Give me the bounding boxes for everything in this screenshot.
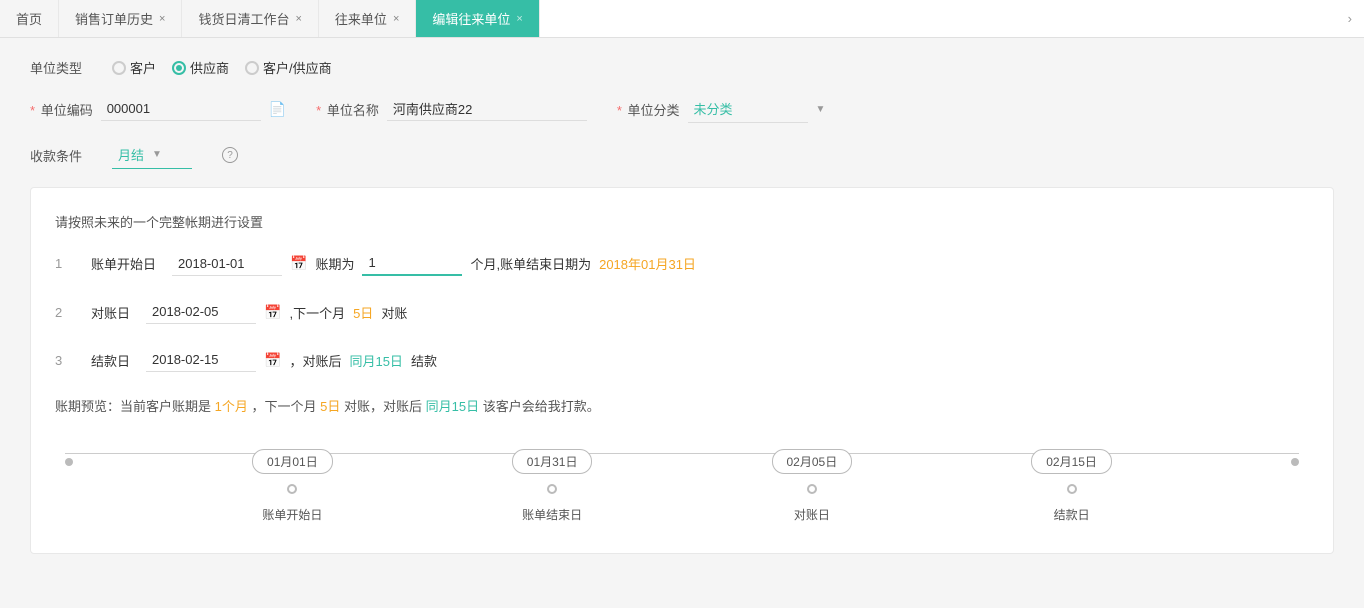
tab-more-arrow[interactable]: › (1336, 0, 1364, 37)
unit-name-input[interactable] (387, 97, 587, 121)
timeline-nodes: 01月01日 账单开始日 01月31日 账单结束日 02月05日 (65, 449, 1299, 523)
payment-terms-select[interactable]: 月结 ▼ (112, 141, 192, 169)
radio-customer-supplier[interactable]: 客户/供应商 (245, 58, 332, 77)
card-instruction: 请按照未来的一个完整帐期进行设置 (55, 212, 1309, 231)
radio-customer-supplier-circle (245, 61, 259, 75)
unit-category-label: * 单位分类 (617, 100, 680, 119)
preview-highlight-2: 5日 (320, 399, 340, 414)
tab-bar: 首页 销售订单历史 × 钱货日清工作台 × 往来单位 × 编辑往来单位 × › (0, 0, 1364, 38)
timeline-left-dot (65, 458, 73, 466)
reconciliation-calendar-icon[interactable]: 📅 (264, 304, 281, 321)
setting-row-3: 3 结款日 📅 ，对账后 同月15日 结款 (55, 348, 1309, 372)
unit-info-row: * 单位编码 📄 * 单位名称 * 单位分类 未分类 ▼ (30, 95, 1334, 123)
unit-code-group: * 单位编码 📄 (30, 97, 286, 121)
payment-terms-chevron: ▼ (152, 149, 162, 160)
preview-text: 账期预览：当前客户账期是 1个月 ，下一个月 5日 对账，对账后 同月15日 该… (55, 396, 1309, 415)
payment-terms-row: 收款条件 月结 ▼ ? (30, 141, 1334, 169)
unit-name-group: * 单位名称 (316, 97, 587, 121)
tab-close-edit-partner[interactable]: × (516, 13, 522, 25)
timeline-section: 01月01日 账单开始日 01月31日 账单结束日 02月05日 (55, 439, 1309, 523)
settlement-calendar-icon[interactable]: 📅 (264, 352, 281, 369)
settlement-label: 结款日 (91, 351, 130, 370)
timeline-label-4: 结款日 (1054, 506, 1090, 523)
radio-customer[interactable]: 客户 (112, 58, 156, 77)
timeline-right-dot (1291, 458, 1299, 466)
settings-card: 请按照未来的一个完整帐期进行设置 1 账单开始日 📅 账期为 个月,账单结束日期… (30, 187, 1334, 554)
unit-type-row: 单位类型 客户 供应商 客户/供应商 (30, 58, 1334, 77)
timeline-node-2: 01月31日 账单结束日 (512, 449, 593, 523)
unit-code-label: * 单位编码 (30, 100, 93, 119)
reconciliation-date-input[interactable] (146, 300, 256, 324)
timeline-badge-4: 02月15日 (1031, 449, 1112, 474)
reconciliation-highlight: 5日 (353, 303, 373, 322)
tab-cash-flow[interactable]: 钱货日清工作台 × (182, 0, 318, 37)
timeline-node-3: 02月05日 对账日 (772, 449, 853, 523)
account-start-calendar-icon[interactable]: 📅 (290, 255, 307, 272)
timeline-label-1: 账单开始日 (262, 506, 322, 523)
tab-close-cash-flow[interactable]: × (295, 13, 301, 25)
unit-category-group: * 单位分类 未分类 ▼ (617, 95, 826, 123)
radio-supplier[interactable]: 供应商 (172, 58, 229, 77)
timeline-label-2: 账单结束日 (522, 506, 582, 523)
tab-sales-history[interactable]: 销售订单历史 × (59, 0, 182, 37)
preview-highlight-3: 同月15日 (426, 399, 479, 414)
main-content: 单位类型 客户 供应商 客户/供应商 * 单位编码 📄 (0, 38, 1364, 608)
tab-partner-units[interactable]: 往来单位 × (319, 0, 416, 37)
payment-terms-label: 收款条件 (30, 146, 82, 165)
timeline-node-1: 01月01日 账单开始日 (252, 449, 333, 523)
timeline-badge-3: 02月05日 (772, 449, 853, 474)
radio-supplier-circle (172, 61, 186, 75)
account-start-date-input[interactable] (172, 252, 282, 276)
tab-close-sales-history[interactable]: × (159, 13, 165, 25)
help-icon[interactable]: ? (222, 147, 238, 163)
unit-code-input[interactable] (101, 97, 261, 121)
unit-category-select[interactable]: 未分类 (688, 95, 808, 123)
timeline-label-3: 对账日 (794, 506, 830, 523)
reconciliation-label: 对账日 (91, 303, 130, 322)
unit-category-chevron: ▼ (816, 104, 826, 115)
settlement-highlight: 同月15日 (349, 351, 402, 370)
tab-close-partner-units[interactable]: × (393, 13, 399, 25)
timeline-node-4: 02月15日 结款日 (1031, 449, 1112, 523)
unit-type-label: 单位类型 (30, 58, 82, 77)
setting-row-1: 1 账单开始日 📅 账期为 个月,账单结束日期为 2018年01月31日 (55, 251, 1309, 276)
unit-name-label: * 单位名称 (316, 100, 379, 119)
period-value-input[interactable] (362, 251, 462, 276)
copy-icon[interactable]: 📄 (269, 101, 286, 118)
setting-row-2: 2 对账日 📅 ,下一个月 5日 对账 (55, 300, 1309, 324)
tab-edit-partner[interactable]: 编辑往来单位 × (416, 0, 539, 37)
timeline-badge-1: 01月01日 (252, 449, 333, 474)
timeline-badge-2: 01月31日 (512, 449, 593, 474)
account-end-date: 2018年01月31日 (599, 254, 696, 273)
settlement-date-input[interactable] (146, 348, 256, 372)
preview-highlight-1: 1个月 (215, 399, 248, 414)
tab-home[interactable]: 首页 (0, 0, 59, 37)
unit-type-radio-group: 客户 供应商 客户/供应商 (112, 58, 332, 77)
radio-customer-circle (112, 61, 126, 75)
account-start-label: 账单开始日 (91, 254, 156, 273)
